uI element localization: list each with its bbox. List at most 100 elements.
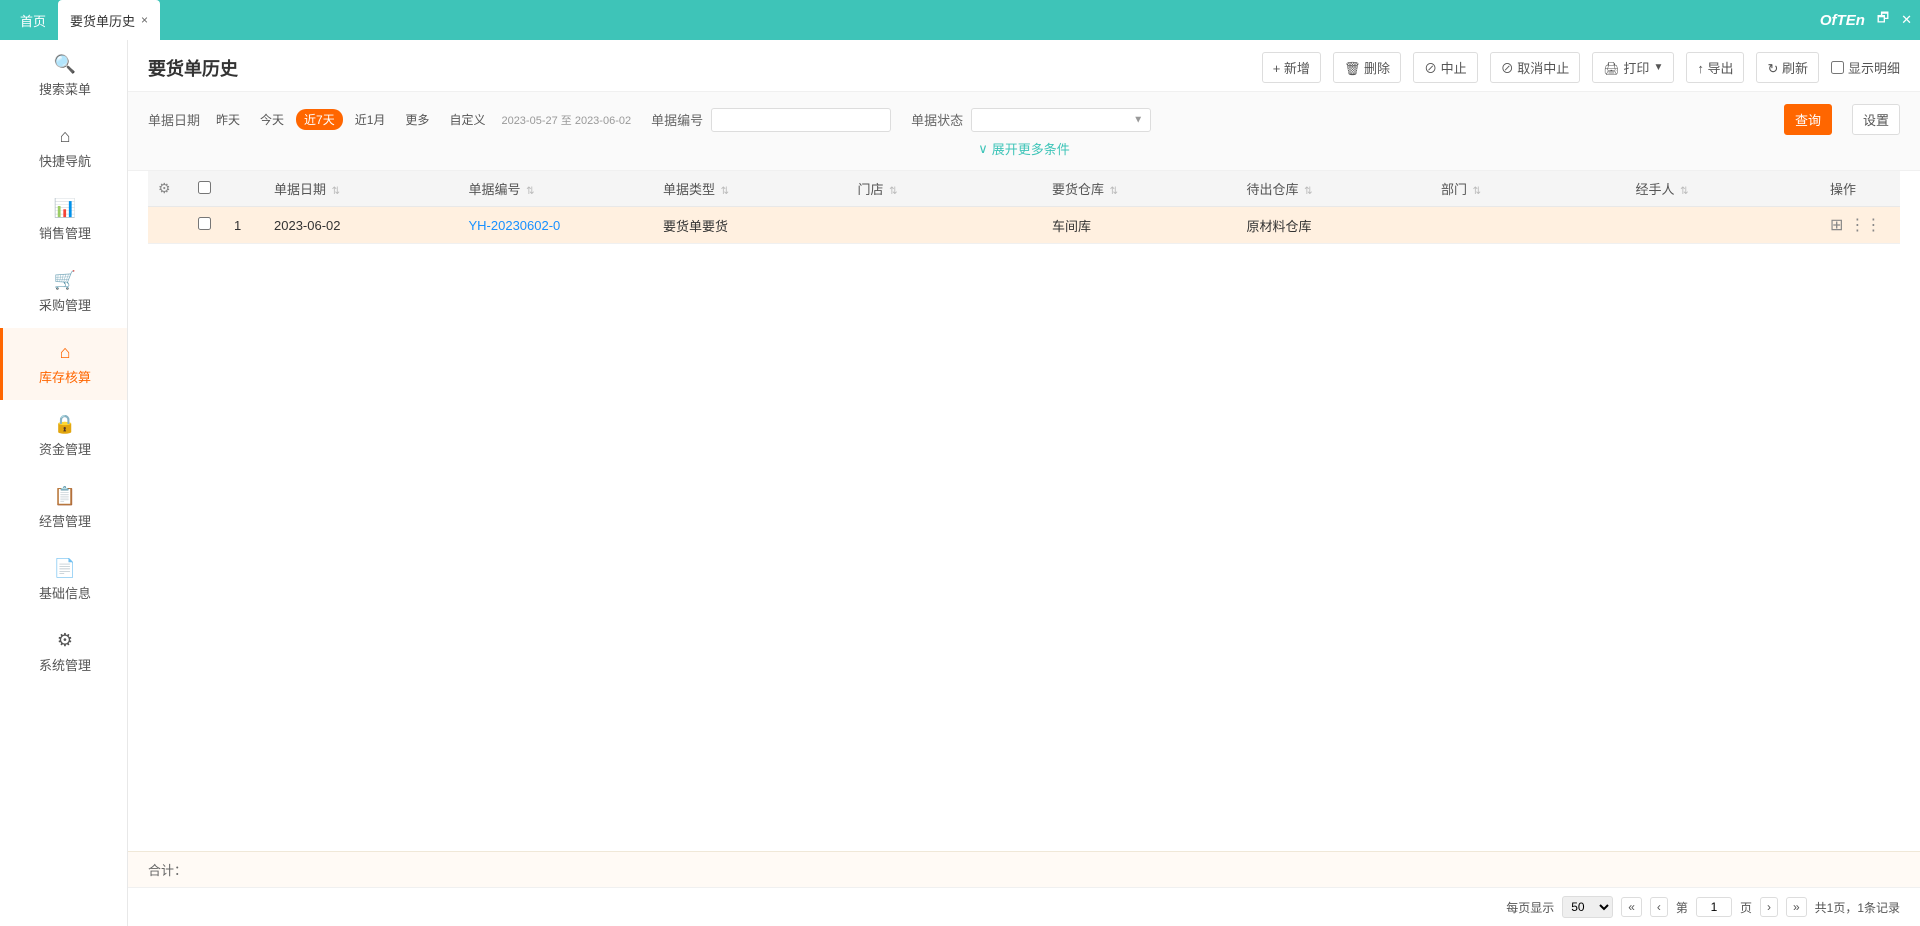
row-no: YH-20230602-0 [459, 207, 654, 244]
col-type-sort-icon[interactable]: ⇅ [721, 186, 729, 197]
table-row[interactable]: 1 2023-06-02 YH-20230602-0 要货单要货 车间库 原材料… [148, 207, 1900, 244]
status-select[interactable] [971, 108, 1151, 132]
new-button[interactable]: + 新增 [1262, 52, 1321, 83]
date-btn-7days[interactable]: 近7天 [296, 109, 343, 130]
query-label: 查询 [1795, 110, 1821, 129]
col-req-warehouse-sort-icon[interactable]: ⇅ [1110, 186, 1118, 197]
col-pending-warehouse-sort-icon[interactable]: ⇅ [1304, 186, 1312, 197]
toolbar: + 新增 🗑 删除 ⊘ 中止 ⊘ 取消中止 🖨 打印 ▼ ↑ 导出 [1262, 52, 1900, 83]
settings-button[interactable]: 设置 [1852, 104, 1900, 135]
col-store-label: 门店 [858, 182, 884, 197]
tab-home[interactable]: 首页 [8, 0, 58, 40]
row-no-link[interactable]: YH-20230602-0 [469, 218, 561, 233]
status-filter-group: 单据状态 [911, 108, 1151, 132]
col-settings[interactable]: ⚙ [148, 171, 188, 207]
date-btn-custom[interactable]: 自定义 [441, 109, 493, 130]
row-action-icons: ⊞ ⋮⋮ [1830, 215, 1890, 235]
restore-window-icon[interactable]: 🗗 [1877, 9, 1889, 31]
first-page-button[interactable]: « [1621, 897, 1642, 917]
sidebar-item-quick-nav[interactable]: ⌂ 快捷导航 [0, 112, 127, 184]
footer-total-label: 合计： [148, 860, 187, 879]
col-dept: 部门 ⇅ [1431, 171, 1626, 207]
order-no-input[interactable] [711, 108, 891, 132]
show-detail-checkbox[interactable] [1831, 61, 1844, 74]
export-button[interactable]: ↑ 导出 [1686, 52, 1744, 83]
row-more-icon[interactable]: ⋮⋮ [1849, 215, 1881, 235]
cancel-stop-button[interactable]: ⊘ 取消中止 [1490, 52, 1581, 83]
col-index [224, 171, 264, 207]
sidebar-item-inventory[interactable]: ⌂ 库存核算 [0, 328, 127, 400]
total-records-info: 共1页，1条记录 [1815, 899, 1900, 916]
page-number-input[interactable] [1696, 897, 1732, 917]
close-window-icon[interactable]: ✕ [1901, 12, 1912, 28]
col-dept-sort-icon[interactable]: ⇅ [1473, 186, 1481, 197]
row-handler [1626, 207, 1821, 244]
sales-icon: 📊 [54, 198, 76, 219]
row-req-warehouse: 车间库 [1042, 207, 1237, 244]
date-btn-more[interactable]: 更多 [397, 109, 437, 130]
date-btn-yesterday[interactable]: 昨天 [208, 109, 248, 130]
query-button[interactable]: 查询 [1784, 104, 1832, 135]
next-page-button[interactable]: › [1760, 897, 1778, 917]
print-label: 🖨 打印 [1603, 58, 1649, 77]
col-settings-icon[interactable]: ⚙ [158, 180, 171, 196]
expand-more-label: 展开更多条件 [992, 139, 1070, 158]
date-filter-label: 单据日期 [148, 110, 200, 129]
sidebar-item-purchase[interactable]: 🛒 采购管理 [0, 256, 127, 328]
col-handler-sort-icon[interactable]: ⇅ [1680, 186, 1688, 197]
select-all-checkbox[interactable] [198, 181, 211, 194]
page-header: 要货单历史 + 新增 🗑 删除 ⊘ 中止 ⊘ 取消中止 🖨 打印 ▼ [128, 40, 1920, 92]
col-store-sort-icon[interactable]: ⇅ [889, 186, 897, 197]
row-checkbox[interactable] [198, 217, 211, 230]
date-btn-today[interactable]: 今天 [252, 109, 292, 130]
col-pending-warehouse-label: 待出仓库 [1247, 182, 1299, 197]
sidebar-item-search-label: 搜索菜单 [39, 79, 91, 98]
col-type-label: 单据类型 [663, 182, 715, 197]
tab-requisition-label: 要货单历史 [70, 11, 135, 30]
export-label: ↑ 导出 [1697, 58, 1733, 77]
sidebar-item-purchase-label: 采购管理 [39, 295, 91, 314]
row-index: 1 [224, 207, 264, 244]
col-date-sort-icon[interactable]: ⇅ [332, 186, 340, 197]
sidebar-item-finance[interactable]: 🔒 资金管理 [0, 400, 127, 472]
last-page-button[interactable]: » [1786, 897, 1807, 917]
col-req-warehouse: 要货仓库 ⇅ [1042, 171, 1237, 207]
filter-row-1: 单据日期 昨天 今天 近7天 近1月 更多 自定义 2023-05-27 至 2… [148, 104, 1900, 135]
sidebar-item-sales[interactable]: 📊 销售管理 [0, 184, 127, 256]
stop-label: ⊘ 中止 [1424, 58, 1467, 77]
page-suffix: 页 [1740, 899, 1752, 916]
finance-icon: 🔒 [54, 414, 76, 435]
col-pending-warehouse: 待出仓库 ⇅ [1237, 171, 1432, 207]
col-no-label: 单据编号 [469, 182, 521, 197]
table-footer: 合计： [128, 851, 1920, 887]
tab-requisition-history[interactable]: 要货单历史 × [58, 0, 160, 40]
sidebar-item-sales-label: 销售管理 [39, 223, 91, 242]
sidebar-item-basic-info[interactable]: 📄 基础信息 [0, 544, 127, 616]
per-page-select[interactable]: 50 100 200 [1562, 896, 1613, 918]
sidebar-item-system[interactable]: ⚙ 系统管理 [0, 616, 127, 688]
row-settings-cell [148, 207, 188, 244]
row-view-icon[interactable]: ⊞ [1830, 215, 1843, 235]
col-checkbox [188, 171, 224, 207]
expand-more-row: ∨ 展开更多条件 [148, 135, 1900, 158]
stop-button[interactable]: ⊘ 中止 [1413, 52, 1478, 83]
refresh-button[interactable]: ↻ 刷新 [1756, 52, 1819, 83]
inventory-icon: ⌂ [60, 342, 71, 363]
print-button[interactable]: 🖨 打印 ▼ [1592, 52, 1674, 83]
expand-more-button[interactable]: ∨ 展开更多条件 [978, 139, 1070, 158]
sidebar-item-operations-label: 经营管理 [39, 511, 91, 530]
col-no-sort-icon[interactable]: ⇅ [526, 186, 534, 197]
new-label: + 新增 [1273, 58, 1310, 77]
sidebar-item-search-menu[interactable]: 🔍 搜索菜单 [0, 40, 127, 112]
show-detail-toggle[interactable]: 显示明细 [1831, 58, 1900, 77]
date-btn-1month[interactable]: 近1月 [347, 109, 394, 130]
prev-page-button[interactable]: ‹ [1650, 897, 1668, 917]
sidebar-item-operations[interactable]: 📋 经营管理 [0, 472, 127, 544]
page-title: 要货单历史 [148, 55, 238, 81]
brand-text: OfTEn [1820, 12, 1865, 29]
per-page-label: 每页显示 [1506, 899, 1554, 916]
purchase-icon: 🛒 [54, 270, 76, 291]
sidebar-item-basic-info-label: 基础信息 [39, 583, 91, 602]
tab-close-icon[interactable]: × [141, 13, 148, 27]
delete-button[interactable]: 🗑 删除 [1333, 52, 1401, 83]
